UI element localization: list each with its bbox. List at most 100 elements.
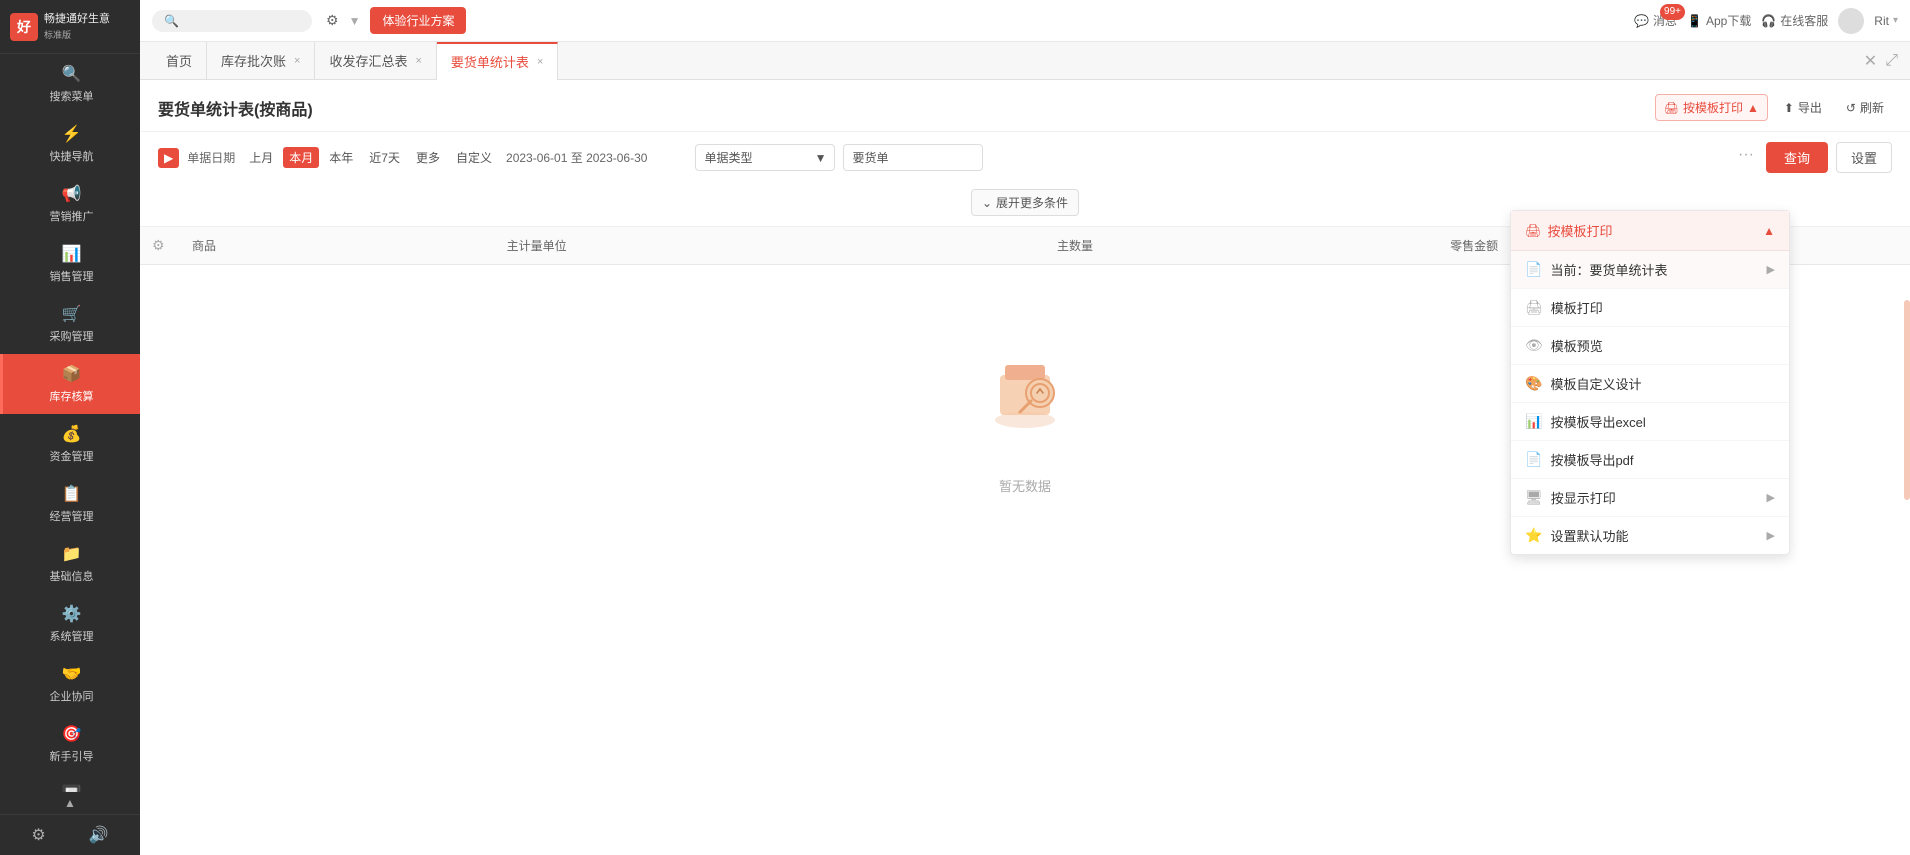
- topbar-dropdown-arrow[interactable]: ▼: [349, 14, 361, 28]
- dropdown-item-template-design[interactable]: 🎨 模板自定义设计: [1511, 365, 1789, 403]
- empty-icon: [975, 345, 1075, 464]
- speaker-icon[interactable]: 🔊: [89, 825, 109, 845]
- tab-order-stats[interactable]: 要货单统计表 ×: [437, 42, 558, 80]
- tab-order-stats-close[interactable]: ×: [537, 56, 543, 68]
- sidebar-item-operation[interactable]: 📋 经营管理: [0, 474, 140, 534]
- refresh-label: 刷新: [1860, 99, 1884, 116]
- sidebar-item-system[interactable]: ⚙️ 系统管理: [0, 594, 140, 654]
- up-arrow-icon: ▲: [64, 796, 76, 810]
- dropdown-item-export-excel[interactable]: 📊 按模板导出excel: [1511, 403, 1789, 441]
- sidebar-item-quick-nav[interactable]: ⚡ 快捷导航: [0, 114, 140, 174]
- set-default-label: 设置默认功能: [1550, 526, 1628, 545]
- dropdown-item-set-default[interactable]: ⭐ 设置默认功能 ▶: [1511, 517, 1789, 554]
- app-label: App下载: [1706, 12, 1751, 29]
- expand-icon-area[interactable]: ▶: [158, 148, 179, 168]
- topbar-gear-icon[interactable]: ⚙: [326, 12, 339, 29]
- query-button[interactable]: 查询: [1766, 142, 1828, 173]
- tab-receipt-summary-close[interactable]: ×: [415, 55, 421, 67]
- dropdown-item-display-print[interactable]: 🖥 按显示打印 ▶: [1511, 479, 1789, 517]
- sidebar-item-search[interactable]: 🔍 搜索菜单: [0, 54, 140, 114]
- finance-icon: 💰: [62, 424, 82, 444]
- sales-icon: 📊: [62, 244, 82, 264]
- dropdown-item-current[interactable]: 📄 当前：要货单统计表 ▶: [1511, 251, 1789, 289]
- quick-nav-icon: ⚡: [62, 124, 82, 144]
- sidebar-item-guide[interactable]: 🎯 新手引导: [0, 714, 140, 774]
- search-icon: 🔍: [62, 64, 82, 84]
- window-maximize-icon[interactable]: ⤢: [1885, 52, 1898, 70]
- expand-filter-icon[interactable]: ▶: [158, 148, 179, 168]
- sidebar-item-system-label: 系统管理: [50, 628, 94, 644]
- topbar-avatar[interactable]: [1838, 8, 1864, 34]
- filter-row-1: ▶ 单据日期 上月 本月 本年 近7天 更多 自定义 2023-06-01 至 …: [158, 142, 1892, 173]
- window-close-icon[interactable]: ✕: [1864, 51, 1877, 71]
- sidebar-item-finance[interactable]: 💰 资金管理: [0, 414, 140, 474]
- sidebar-up-arrow[interactable]: ▲: [0, 792, 140, 814]
- template-dropdown-header[interactable]: 🖨 按模板打印 ▲: [1511, 211, 1789, 251]
- expand-more-button[interactable]: ⌄ 展开更多条件: [971, 189, 1079, 216]
- topbar-search[interactable]: 🔍: [152, 10, 312, 32]
- print-dropdown-icon: ▲: [1747, 101, 1759, 115]
- marketing-icon: 📢: [62, 184, 82, 204]
- date-buttons: 上月 本月 本年 近7天 更多 自定义: [243, 147, 498, 168]
- trial-button[interactable]: 体验行业方案: [370, 7, 466, 34]
- dropdown-item-template-print[interactable]: 🖨 模板打印: [1511, 289, 1789, 327]
- basic-icon: 📁: [62, 544, 82, 564]
- dropdown-item-template-preview[interactable]: 👁 模板预览: [1511, 327, 1789, 365]
- order-type-select[interactable]: 单据类型 ▼: [695, 144, 835, 171]
- sidebar-item-marketing-label: 营销推广: [50, 208, 94, 224]
- sidebar-item-appstore[interactable]: 🔲 应用中心: [0, 774, 140, 792]
- collab-icon: 🤝: [62, 664, 82, 684]
- sidebar-item-finance-label: 资金管理: [50, 448, 94, 464]
- sidebar-item-marketing[interactable]: 📢 营销推广: [0, 174, 140, 234]
- operation-icon: 📋: [62, 484, 82, 504]
- topbar-msg[interactable]: 💬 消息 99+: [1634, 12, 1677, 29]
- tab-receipt-summary-label: 收发存汇总表: [329, 51, 407, 70]
- settings-button[interactable]: 设置: [1836, 142, 1892, 173]
- export-button[interactable]: ⬆ 导出: [1776, 95, 1830, 120]
- date-btn-current-month[interactable]: 本月: [283, 147, 319, 168]
- date-btn-custom[interactable]: 自定义: [450, 147, 498, 168]
- sidebar-item-inventory[interactable]: 📦 库存核算: [0, 354, 140, 414]
- date-btn-last-7-days[interactable]: 近7天: [363, 147, 406, 168]
- table-col-unit: 主计量单位: [495, 227, 1045, 265]
- tab-receipt-summary[interactable]: 收发存汇总表 ×: [315, 42, 436, 80]
- display-print-arrow: ▶: [1767, 491, 1775, 504]
- date-btn-last-month[interactable]: 上月: [243, 147, 279, 168]
- template-dropdown-collapse-icon: ▲: [1763, 224, 1775, 238]
- settings-bottom-icon[interactable]: ⚙: [31, 825, 45, 845]
- empty-text: 暂无数据: [999, 476, 1051, 495]
- topbar-app[interactable]: 📱 App下载: [1687, 12, 1751, 29]
- tab-inventory-batch[interactable]: 库存批次账 ×: [207, 42, 315, 80]
- more-options-button[interactable]: ···: [1734, 142, 1758, 173]
- refresh-button[interactable]: ↺ 刷新: [1838, 95, 1892, 120]
- order-type-label: 单据类型: [704, 149, 752, 166]
- dropdown-item-export-pdf[interactable]: 📄 按模板导出pdf: [1511, 441, 1789, 479]
- tab-inventory-batch-label: 库存批次账: [221, 51, 286, 70]
- goods-filter-select[interactable]: 要货单: [843, 144, 983, 171]
- msg-icon: 💬: [1634, 14, 1649, 28]
- tab-inventory-batch-close[interactable]: ×: [294, 55, 300, 67]
- date-btn-current-year[interactable]: 本年: [323, 147, 359, 168]
- sidebar-item-sales[interactable]: 📊 销售管理: [0, 234, 140, 294]
- template-preview-icon: 👁: [1525, 337, 1543, 354]
- sidebar-item-collab[interactable]: 🤝 企业协同: [0, 654, 140, 714]
- page-title: 要货单统计表(按商品): [158, 96, 313, 120]
- sidebar-item-basic[interactable]: 📁 基础信息: [0, 534, 140, 594]
- service-label: 在线客服: [1780, 12, 1828, 29]
- table-settings-icon[interactable]: ⚙: [152, 237, 165, 253]
- tab-home-label: 首页: [166, 51, 192, 70]
- expand-more-label: 展开更多条件: [996, 194, 1068, 211]
- order-type-dropdown-icon: ▼: [815, 151, 827, 165]
- tab-home[interactable]: 首页: [152, 42, 207, 80]
- topbar-dropdown-icon[interactable]: ▾: [1893, 15, 1898, 26]
- print-icon: 🖨: [1664, 101, 1679, 115]
- service-icon: 🎧: [1761, 14, 1776, 28]
- sidebar-item-inventory-label: 库存核算: [50, 388, 94, 404]
- sidebar-item-purchase[interactable]: 🛒 采购管理: [0, 294, 140, 354]
- action-buttons-right: ··· 查询 设置: [1734, 142, 1892, 173]
- print-template-button[interactable]: 🖨 按模板打印 ▲: [1655, 94, 1768, 121]
- topbar-service[interactable]: 🎧 在线客服: [1761, 12, 1828, 29]
- right-scrollbar[interactable]: [1904, 300, 1910, 500]
- search-icon-top: 🔍: [164, 14, 179, 28]
- date-btn-more[interactable]: 更多: [410, 147, 446, 168]
